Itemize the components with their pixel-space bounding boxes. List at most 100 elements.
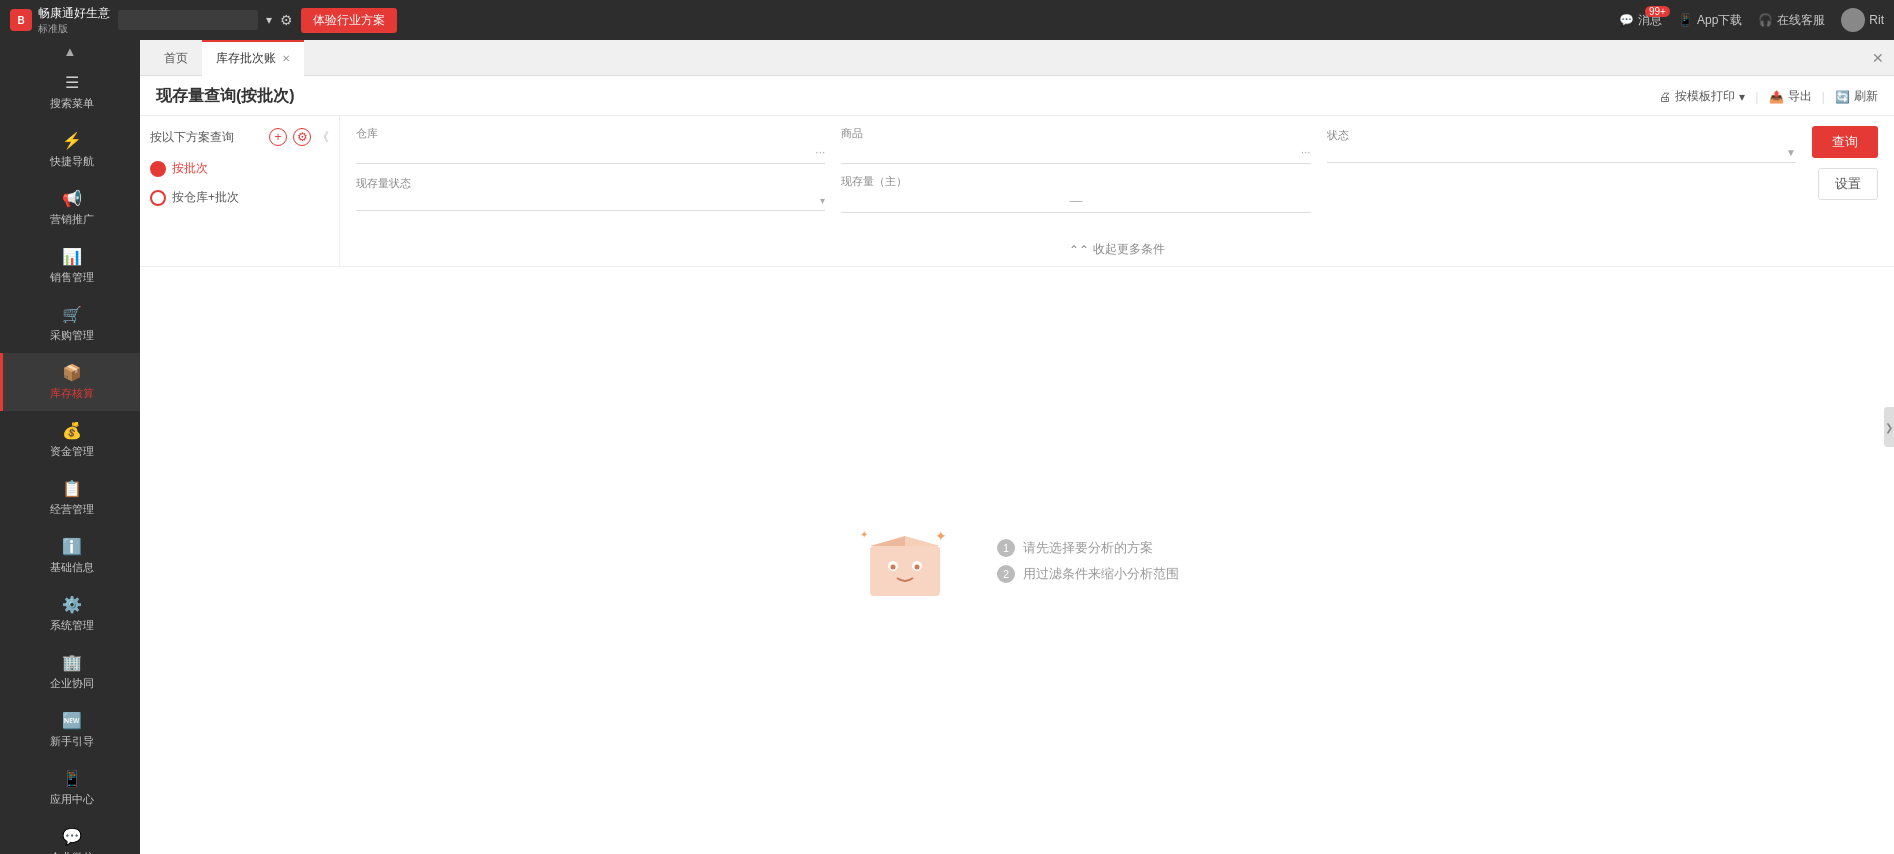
print-btn[interactable]: 🖨 按模板打印 ▾ — [1659, 88, 1745, 105]
content-area: 首页 库存批次账 ✕ ✕ 现存量查询(按批次) 🖨 按模板打印 ▾ | — [140, 40, 1894, 854]
warehouse-field: 仓库 ··· — [356, 126, 825, 164]
collapse-more-btn[interactable]: ⌃⌃ 收起更多条件 — [340, 233, 1894, 266]
inventory-icon: 📦 — [62, 363, 82, 382]
top-bar-left: B 畅康通好生意 标准版 ▾ ⚙ 体验行业方案 — [10, 5, 397, 36]
svg-text:✦: ✦ — [860, 529, 868, 540]
export-icon: 📤 — [1769, 90, 1784, 104]
inventory-qty-max-input[interactable] — [1087, 194, 1311, 208]
sidebar-item-marketing[interactable]: 📢 营销推广 — [0, 179, 140, 237]
scheme-item-by-batch[interactable]: 按批次 — [140, 154, 339, 183]
scheme-collapse-icon[interactable]: 《 — [317, 129, 329, 146]
user-avatar — [1841, 8, 1865, 32]
app-download-icon: 📱 — [1678, 13, 1693, 27]
top-bar-search-input[interactable] — [118, 10, 258, 30]
refresh-btn[interactable]: 🔄 刷新 — [1835, 88, 1878, 105]
main-layout: ▲ ☰ 搜索菜单 ⚡ 快捷导航 📢 营销推广 📊 销售管理 🛒 采购管理 📦 库… — [0, 40, 1894, 854]
tab-batch-account-label: 库存批次账 — [216, 50, 276, 67]
sidebar-item-inventory[interactable]: 📦 库存核算 — [0, 353, 140, 411]
goods-input-wrap: ··· — [841, 145, 1310, 164]
sidebar-item-basic-info[interactable]: ℹ️ 基础信息 — [0, 527, 140, 585]
warehouse-input[interactable] — [356, 145, 815, 159]
refresh-icon: 🔄 — [1835, 90, 1850, 104]
svg-rect-0 — [870, 546, 940, 596]
print-dropdown-icon[interactable]: ▾ — [1739, 90, 1745, 104]
scheme-item-by-warehouse-batch[interactable]: 按仓库+批次 — [140, 183, 339, 212]
warehouse-input-wrap: ··· — [356, 145, 825, 164]
sales-icon: 📊 — [62, 247, 82, 266]
sidebar-item-app-center[interactable]: 📱 应用中心 — [0, 759, 140, 817]
user-avatar-area[interactable]: Rit — [1841, 8, 1884, 32]
filter-fields-area: 仓库 ··· 商品 — [340, 116, 1894, 266]
sidebar-label-app-center: 应用中心 — [50, 792, 94, 807]
sidebar-item-quick-nav[interactable]: ⚡ 快捷导航 — [0, 121, 140, 179]
sidebar-label-marketing: 营销推广 — [50, 212, 94, 227]
warehouse-more-icon[interactable]: ··· — [815, 145, 825, 159]
status-dropdown-icon[interactable]: ▼ — [1786, 147, 1796, 158]
system-icon: ⚙️ — [62, 595, 82, 614]
scheme-dot-by-warehouse-batch — [150, 190, 166, 206]
query-btn[interactable]: 查询 — [1812, 126, 1878, 158]
scheme-item-by-warehouse-batch-label: 按仓库+批次 — [172, 189, 239, 206]
top-bar: B 畅康通好生意 标准版 ▾ ⚙ 体验行业方案 💬 消息 99+ 📱 App下载… — [0, 0, 1894, 40]
hint-text-1: 请先选择要分析的方案 — [1023, 539, 1153, 557]
app-download-btn[interactable]: 📱 App下载 — [1678, 12, 1742, 29]
top-bar-gear-icon[interactable]: ⚙ — [280, 12, 293, 28]
empty-state-inner: ✦ ✦ 1 请先选择要分析的方案 2 用过滤条件来缩小分析范围 — [855, 516, 1179, 606]
empty-box-illustration: ✦ ✦ — [855, 516, 965, 606]
warehouse-label: 仓库 — [356, 126, 825, 141]
svg-point-6 — [915, 564, 920, 569]
filter-fields: 仓库 ··· 商品 — [340, 116, 1812, 233]
inventory-status-dropdown-icon[interactable]: ▾ — [820, 195, 825, 206]
sidebar-item-enterprise[interactable]: 🏢 企业协同 — [0, 643, 140, 701]
wechat-icon: 💬 — [62, 827, 82, 846]
sidebar-item-finance[interactable]: 💰 资金管理 — [0, 411, 140, 469]
tab-bar-close-btn[interactable]: ✕ — [1872, 50, 1884, 66]
status-label: 状态 — [1327, 128, 1796, 143]
online-service-btn[interactable]: 🎧 在线客服 — [1758, 12, 1825, 29]
sidebar-item-purchase[interactable]: 🛒 采购管理 — [0, 295, 140, 353]
sidebar-item-search-menu[interactable]: ☰ 搜索菜单 — [0, 63, 140, 121]
sidebar-item-sales[interactable]: 📊 销售管理 — [0, 237, 140, 295]
sidebar-item-new-guide[interactable]: 🆕 新手引导 — [0, 701, 140, 759]
inventory-status-wrap: ▾ — [356, 195, 825, 211]
tab-batch-account-close[interactable]: ✕ — [282, 53, 290, 64]
empty-box-svg: ✦ ✦ — [855, 516, 965, 606]
right-collapse-btn[interactable]: ❯ — [1884, 407, 1894, 447]
collapse-up-icon: ⌃⌃ — [1069, 243, 1089, 257]
empty-hints: 1 请先选择要分析的方案 2 用过滤条件来缩小分析范围 — [997, 539, 1179, 583]
app-download-label: App下载 — [1697, 12, 1742, 29]
trial-btn[interactable]: 体验行业方案 — [301, 8, 397, 33]
sidebar-item-wechat[interactable]: 💬 企业微信 — [0, 817, 140, 854]
inventory-qty-wrap: — — [841, 193, 1310, 213]
svg-point-5 — [891, 564, 896, 569]
tab-home[interactable]: 首页 — [150, 40, 202, 76]
goods-more-icon[interactable]: ··· — [1301, 145, 1311, 159]
page-content: 现存量查询(按批次) 🖨 按模板打印 ▾ | 📤 导出 | 🔄 — [140, 76, 1894, 854]
page-header-actions: 🖨 按模板打印 ▾ | 📤 导出 | 🔄 刷新 — [1659, 88, 1878, 105]
message-btn[interactable]: 💬 消息 99+ — [1619, 12, 1662, 29]
goods-input[interactable] — [841, 145, 1300, 159]
top-bar-dropdown-icon[interactable]: ▾ — [266, 13, 272, 27]
sidebar-label-purchase: 采购管理 — [50, 328, 94, 343]
user-name: Rit — [1869, 13, 1884, 27]
sidebar: ▲ ☰ 搜索菜单 ⚡ 快捷导航 📢 营销推广 📊 销售管理 🛒 采购管理 📦 库… — [0, 40, 140, 854]
sidebar-item-operations[interactable]: 📋 经营管理 — [0, 469, 140, 527]
status-input-wrap[interactable]: ▼ — [1327, 147, 1796, 163]
enterprise-icon: 🏢 — [62, 653, 82, 672]
scheme-add-icon[interactable]: + — [269, 128, 287, 146]
inventory-qty-min-input[interactable] — [841, 194, 1065, 208]
sidebar-item-system[interactable]: ⚙️ 系统管理 — [0, 585, 140, 643]
logo-area: B 畅康通好生意 标准版 — [10, 5, 110, 36]
marketing-icon: 📢 — [62, 189, 82, 208]
sidebar-scroll-up[interactable]: ▲ — [0, 40, 140, 63]
sidebar-label-sales: 销售管理 — [50, 270, 94, 285]
online-service-label: 在线客服 — [1777, 12, 1825, 29]
page-header: 现存量查询(按批次) 🖨 按模板打印 ▾ | 📤 导出 | 🔄 — [140, 76, 1894, 116]
settings-btn[interactable]: 设置 — [1818, 168, 1878, 200]
inventory-qty-dash: — — [1066, 193, 1087, 208]
tab-batch-account[interactable]: 库存批次账 ✕ — [202, 40, 304, 76]
export-btn[interactable]: 📤 导出 — [1769, 88, 1812, 105]
scheme-actions: + ⚙ 《 — [269, 128, 329, 146]
sidebar-label-finance: 资金管理 — [50, 444, 94, 459]
scheme-settings-icon[interactable]: ⚙ — [293, 128, 311, 146]
